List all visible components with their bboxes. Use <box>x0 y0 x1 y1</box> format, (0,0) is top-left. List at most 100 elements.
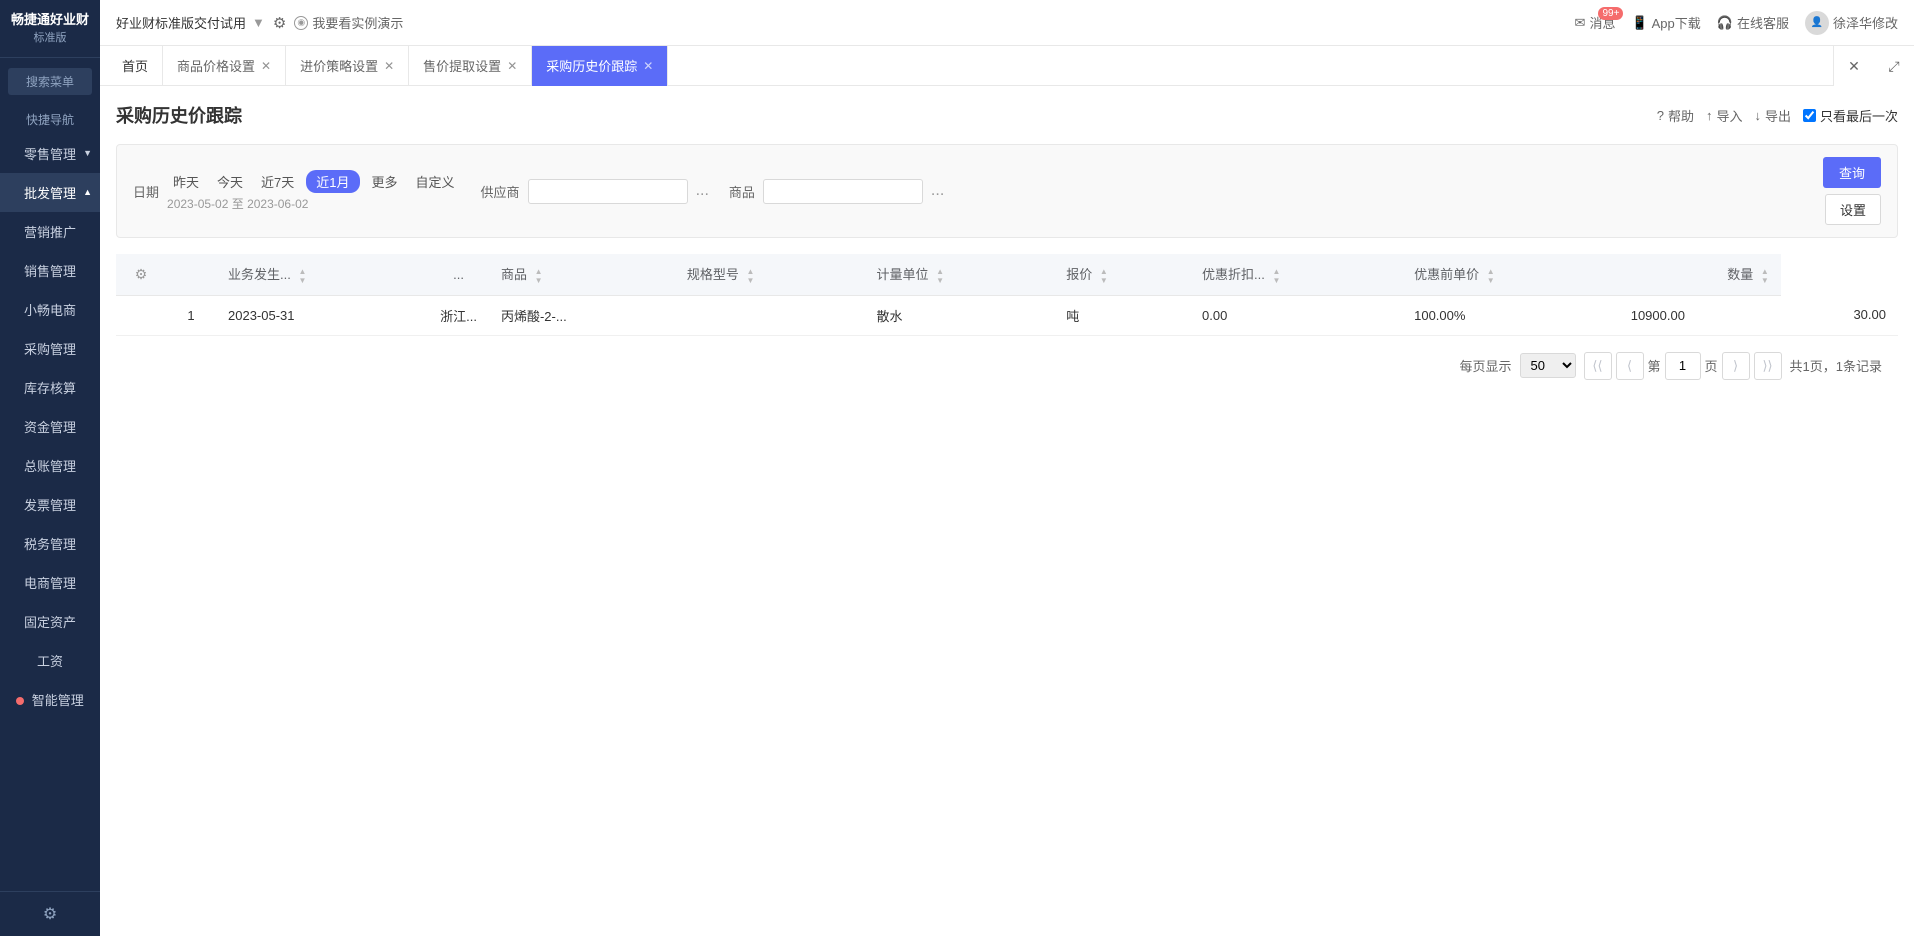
sidebar-item-smart[interactable]: 智能管理 <box>0 680 100 719</box>
topbar-demo-button[interactable]: ◉ 我要看实例演示 <box>294 13 403 32</box>
th-discount-sort-icon: ▲▼ <box>1272 267 1280 285</box>
td-unit: 散水 <box>865 295 1055 335</box>
search-menu-button[interactable]: 搜索菜单 <box>8 68 92 95</box>
sidebar-item-finance[interactable]: 资金管理 <box>0 407 100 446</box>
sidebar-item-ecommerce[interactable]: 电商管理 <box>0 563 100 602</box>
tab-close-window-button[interactable]: ✕ <box>1834 46 1874 86</box>
date-option-today[interactable]: 今天 <box>211 170 249 193</box>
date-option-more[interactable]: 更多 <box>366 170 404 193</box>
topbar-user-menu[interactable]: 👤 徐泽华修改 <box>1805 11 1898 35</box>
import-button[interactable]: ↑ 导入 <box>1706 106 1743 125</box>
th-extra-cols[interactable]: ... <box>428 254 489 295</box>
app-download-icon: 📱 <box>1631 15 1647 31</box>
sidebar-settings[interactable]: ⚙ <box>0 891 100 936</box>
filter-supplier-input[interactable] <box>528 179 688 204</box>
settings-icon[interactable]: ⚙ <box>43 906 57 923</box>
service-icon: 🎧 <box>1717 15 1733 31</box>
tab-sale-price[interactable]: 售价提取设置 ✕ <box>409 46 532 86</box>
filter-goods-input[interactable] <box>763 179 923 204</box>
date-option-custom[interactable]: 自定义 <box>410 170 461 193</box>
th-before-discount-sort-icon: ▲▼ <box>1487 267 1495 285</box>
tab-home[interactable]: 首页 <box>108 46 163 86</box>
th-before-discount[interactable]: 优惠前单价 ▲▼ <box>1402 254 1619 295</box>
sidebar-item-wholesale[interactable]: 批发管理 <box>0 173 100 212</box>
tab-history-price[interactable]: 采购历史价跟踪 ✕ <box>532 46 668 86</box>
only-last-checkbox-label[interactable]: 只看最后一次 <box>1803 106 1898 125</box>
th-gear[interactable]: ⚙ <box>116 254 166 295</box>
tab-purchase-strategy-close-icon[interactable]: ✕ <box>384 59 394 73</box>
pagination-next-button[interactable]: ⟩ <box>1722 352 1750 380</box>
th-qty-label: 数量 <box>1727 267 1753 282</box>
filter-goods-dots[interactable]: ... <box>931 182 944 200</box>
filter-supplier-item: 供应商 ... <box>481 179 709 204</box>
th-qty[interactable]: 数量 ▲▼ <box>1619 254 1781 295</box>
sidebar-item-smart-label: 智能管理 <box>32 693 84 708</box>
per-page-select[interactable]: 10 20 50 100 <box>1520 353 1576 378</box>
date-option-yesterday[interactable]: 昨天 <box>167 170 205 193</box>
topbar-message-button[interactable]: ✉ 消息 99+ <box>1575 13 1616 32</box>
sidebar-item-retail[interactable]: 零售管理 <box>0 134 100 173</box>
sidebar-item-inventory[interactable]: 库存核算 <box>0 368 100 407</box>
date-options-row: 昨天 今天 近7天 近1月 更多 自定义 <box>167 170 461 193</box>
topbar-product-arrow-icon: ▼ <box>252 15 265 30</box>
topbar-left: 好业财标准版交付试用 ▼ ⚙ ◉ 我要看实例演示 <box>116 13 403 32</box>
page-label: 第 <box>1648 356 1661 375</box>
tab-history-price-close-icon[interactable]: ✕ <box>643 59 653 73</box>
help-button[interactable]: ? 帮助 <box>1657 106 1694 125</box>
sidebar-item-tax[interactable]: 税务管理 <box>0 524 100 563</box>
gear-icon[interactable]: ⚙ <box>135 266 148 282</box>
topbar-service-button[interactable]: 🎧 在线客服 <box>1717 13 1789 32</box>
tab-price-close-icon[interactable]: ✕ <box>261 59 271 73</box>
sidebar-item-sales[interactable]: 销售管理 <box>0 251 100 290</box>
sidebar-item-fixed-assets[interactable]: 固定资产 <box>0 602 100 641</box>
pagination-first-button[interactable]: ⟨⟨ <box>1584 352 1612 380</box>
filter-settings-button[interactable]: 设置 <box>1825 194 1881 225</box>
sidebar-item-marketing[interactable]: 营销推广 <box>0 212 100 251</box>
tab-price[interactable]: 商品价格设置 ✕ <box>163 46 286 86</box>
only-last-checkbox[interactable] <box>1803 109 1816 122</box>
page-actions: ? 帮助 ↑ 导入 ↓ 导出 只看最后一次 <box>1657 106 1898 125</box>
sidebar-search-section[interactable]: 搜索菜单 <box>0 58 100 105</box>
th-goods[interactable]: 商品 ▲▼ <box>489 254 675 295</box>
filter-date-label: 日期 <box>133 182 159 201</box>
sidebar-item-ecommerce-small[interactable]: 小畅电商 <box>0 290 100 329</box>
sidebar-item-salary[interactable]: 工资 <box>0 641 100 680</box>
pagination: 每页显示 10 20 50 100 ⟨⟨ ⟨ 第 页 ⟩ ⟩⟩ 共1页，1条记录 <box>116 336 1898 396</box>
sidebar-item-ledger[interactable]: 总账管理 <box>0 446 100 485</box>
topbar-user-name: 徐泽华修改 <box>1833 13 1898 32</box>
topbar-app-download-button[interactable]: 📱 App下载 <box>1631 13 1700 32</box>
tab-home-label: 首页 <box>122 56 148 75</box>
filter-goods-item: 商品 ... <box>729 179 944 204</box>
sidebar-quick-nav[interactable]: 快捷导航 <box>0 105 100 134</box>
th-price-label: 报价 <box>1066 267 1092 282</box>
th-spec[interactable]: 规格型号 ▲▼ <box>675 254 865 295</box>
page-content: 采购历史价跟踪 ? 帮助 ↑ 导入 ↓ 导出 <box>100 86 1914 936</box>
main-area: 好业财标准版交付试用 ▼ ⚙ ◉ 我要看实例演示 ✉ 消息 99+ 📱 App下… <box>100 0 1914 936</box>
message-badge: 99+ <box>1598 7 1623 20</box>
tab-maximize-button[interactable]: ⤢ <box>1874 46 1914 86</box>
query-button[interactable]: 查询 <box>1823 157 1881 188</box>
filter-supplier-dots[interactable]: ... <box>696 182 709 200</box>
pagination-page-input[interactable] <box>1665 352 1701 380</box>
topbar-settings-icon[interactable]: ⚙ <box>273 14 286 32</box>
topbar-product-selector[interactable]: 好业财标准版交付试用 ▼ <box>116 13 265 32</box>
pagination-total: 共1页，1条记录 <box>1790 356 1882 375</box>
th-date[interactable]: 业务发生... ▲▼ <box>216 254 428 295</box>
pagination-prev-button[interactable]: ⟨ <box>1616 352 1644 380</box>
th-price[interactable]: 报价 ▲▼ <box>1054 254 1190 295</box>
th-discount[interactable]: 优惠折扣... ▲▼ <box>1190 254 1402 295</box>
sidebar-item-invoice[interactable]: 发票管理 <box>0 485 100 524</box>
export-icon: ↓ <box>1754 108 1761 123</box>
th-unit[interactable]: 计量单位 ▲▼ <box>865 254 1055 295</box>
tabs-right-buttons: ✕ ⤢ <box>1833 46 1914 86</box>
tab-sale-price-close-icon[interactable]: ✕ <box>507 59 517 73</box>
help-label: 帮助 <box>1668 106 1694 125</box>
pagination-last-button[interactable]: ⟩⟩ <box>1754 352 1782 380</box>
date-option-1month[interactable]: 近1月 <box>306 170 359 193</box>
export-button[interactable]: ↓ 导出 <box>1754 106 1791 125</box>
tab-purchase-strategy[interactable]: 进价策略设置 ✕ <box>286 46 409 86</box>
filter-date-item: 日期 昨天 今天 近7天 近1月 更多 自定义 2023-05-02 至 202… <box>133 170 461 212</box>
filter-supplier-label: 供应商 <box>481 182 520 201</box>
sidebar-item-purchase[interactable]: 采购管理 <box>0 329 100 368</box>
date-option-7days[interactable]: 近7天 <box>255 170 300 193</box>
